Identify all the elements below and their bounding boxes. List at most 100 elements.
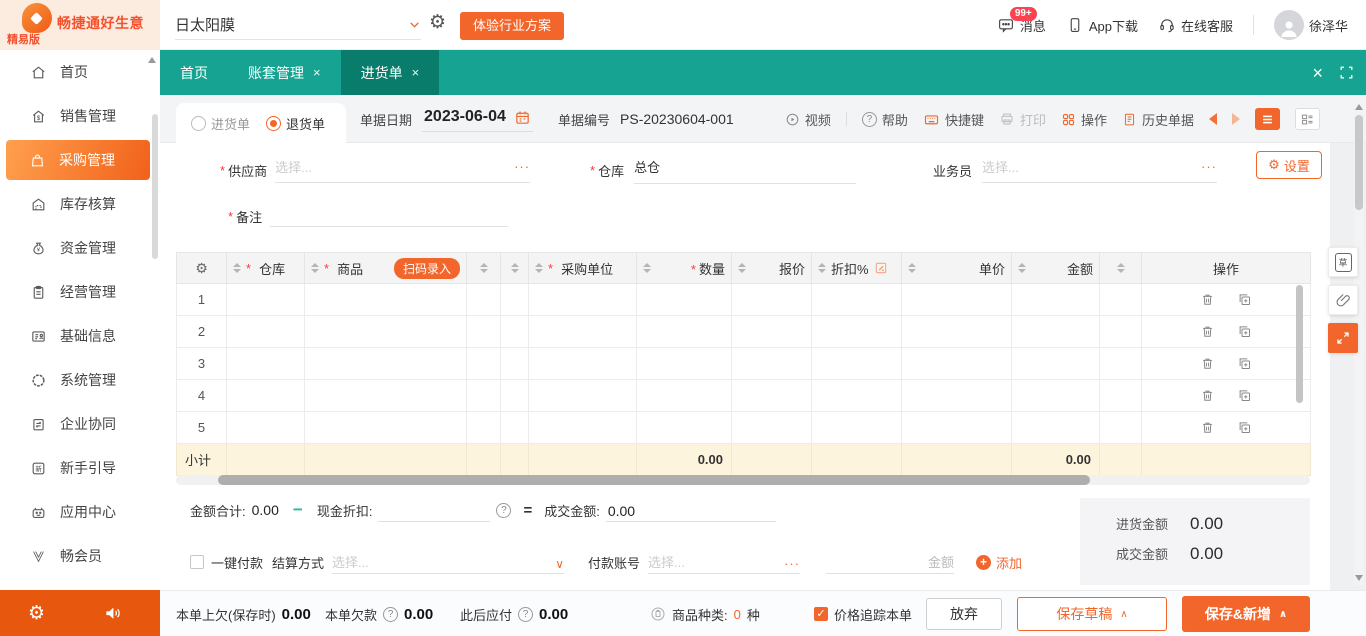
salesman-input[interactable]: 选择... ··· [982, 157, 1218, 183]
user-menu[interactable]: 徐泽华 [1273, 10, 1348, 40]
pay-account-picker-icon[interactable]: ··· [784, 556, 800, 571]
cell[interactable] [500, 315, 529, 348]
app-download-button[interactable]: App下载 [1066, 16, 1138, 35]
delete-row-icon[interactable] [1200, 356, 1215, 371]
delete-row-icon[interactable] [1200, 292, 1215, 307]
cell[interactable] [731, 283, 812, 316]
cell[interactable] [528, 315, 637, 348]
cell[interactable] [1099, 315, 1142, 348]
sort-icon[interactable] [479, 263, 488, 273]
delete-row-icon[interactable] [1200, 324, 1215, 339]
pay-account-select[interactable]: 选择... ··· [648, 550, 801, 574]
attachment-button[interactable] [1328, 285, 1358, 315]
table-vertical-scrollbar[interactable] [1296, 285, 1303, 443]
sort-icon[interactable] [908, 263, 916, 273]
doc-date-field[interactable]: 2023-06-04 [422, 106, 533, 132]
sort-icon[interactable] [1018, 263, 1026, 273]
fullscreen-icon[interactable] [1339, 65, 1354, 80]
trial-plan-button[interactable]: 体验行业方案 [460, 12, 565, 40]
sidebar-item-collab[interactable]: 企业协同 [0, 402, 160, 446]
onekey-pay-checkbox[interactable] [190, 555, 204, 569]
cell[interactable] [500, 411, 529, 444]
settings-gear-icon[interactable]: ⚙ [28, 604, 45, 623]
cell[interactable] [731, 379, 812, 412]
sidebar-item-appcenter[interactable]: 应用中心 [0, 490, 160, 534]
cell[interactable] [1099, 411, 1142, 444]
settle-method-select[interactable]: 选择... ∨ [332, 550, 565, 574]
cell[interactable] [636, 411, 732, 444]
sidebar-scrollbar[interactable] [152, 114, 158, 259]
cell[interactable] [811, 315, 902, 348]
edit-icon[interactable] [874, 261, 888, 275]
expand-button[interactable] [1328, 323, 1358, 353]
warehouse-input[interactable]: 总仓 [634, 157, 857, 184]
tab-account-mgmt[interactable]: 账套管理 × [228, 50, 341, 95]
cell[interactable] [1099, 379, 1142, 412]
speaker-icon[interactable] [103, 603, 123, 623]
cell[interactable] [636, 315, 732, 348]
cell[interactable] [304, 347, 467, 380]
remark-input[interactable] [270, 205, 509, 227]
cell[interactable] [1011, 347, 1100, 380]
cell[interactable] [811, 379, 902, 412]
cell[interactable] [466, 347, 501, 380]
table-row[interactable]: 5 [176, 411, 1311, 444]
cell[interactable] [636, 283, 732, 316]
help-icon[interactable]: ? [383, 606, 399, 622]
sort-icon[interactable] [1116, 263, 1125, 273]
tab-close-icon[interactable]: × [412, 65, 420, 80]
cell[interactable] [1011, 315, 1100, 348]
add-payment-button[interactable]: + 添加 [976, 553, 1022, 572]
sidebar-item-guide[interactable]: 新 新手引导 [0, 446, 160, 490]
sidebar-item-funds[interactable]: ¥ 资金管理 [0, 226, 160, 270]
sidebar-item-home[interactable]: 首页 [0, 50, 160, 94]
cell[interactable] [731, 411, 812, 444]
sidebar-item-member[interactable]: 畅会员 [0, 534, 160, 578]
copy-row-icon[interactable] [1237, 420, 1252, 435]
table-row[interactable]: 1 [176, 283, 1311, 316]
close-all-tabs-icon[interactable]: × [1312, 64, 1323, 82]
copy-row-icon[interactable] [1237, 356, 1252, 371]
messages-button[interactable]: 消息 99+ [997, 6, 1046, 35]
cell[interactable] [811, 411, 902, 444]
cell[interactable] [304, 379, 467, 412]
sidebar-scroll-up[interactable] [148, 57, 156, 63]
draft-button[interactable]: 草 [1328, 247, 1358, 277]
help-icon[interactable]: ? [496, 502, 512, 518]
operations-button[interactable]: 操作 [1061, 110, 1107, 129]
cell[interactable] [528, 411, 637, 444]
history-button[interactable]: 历史单据 [1122, 110, 1194, 129]
radio-purchase[interactable]: 进货单 [191, 114, 250, 133]
cell[interactable] [636, 379, 732, 412]
cell[interactable] [901, 347, 1012, 380]
print-button[interactable]: 打印 [999, 110, 1046, 129]
sort-icon[interactable] [233, 263, 241, 273]
table-horizontal-scrollbar[interactable] [176, 475, 1310, 485]
copy-row-icon[interactable] [1237, 324, 1252, 339]
cell[interactable] [226, 347, 305, 380]
cell[interactable] [528, 347, 637, 380]
cell[interactable] [731, 347, 812, 380]
sidebar-item-system[interactable]: 系统管理 [0, 358, 160, 402]
cell[interactable] [1011, 411, 1100, 444]
cell[interactable] [811, 347, 902, 380]
hotkey-button[interactable]: 快捷键 [923, 110, 984, 129]
scroll-up-arrow[interactable] [1355, 104, 1363, 110]
sidebar-item-sales[interactable]: $ 销售管理 [0, 94, 160, 138]
calendar-icon[interactable] [514, 109, 531, 126]
cell[interactable] [901, 283, 1012, 316]
cash-discount-input[interactable] [378, 498, 491, 522]
sort-icon[interactable] [311, 263, 319, 273]
settings-button[interactable]: ⚙ 设置 [1256, 151, 1322, 179]
supplier-input[interactable]: 选择... ··· [275, 157, 531, 183]
cell[interactable] [466, 411, 501, 444]
cell[interactable] [1011, 379, 1100, 412]
sidebar-item-purchase[interactable]: 采购管理 [6, 140, 150, 180]
scan-entry-button[interactable]: 扫码录入 [393, 257, 460, 279]
tab-home[interactable]: 首页 [160, 50, 228, 95]
table-row[interactable]: 2 [176, 315, 1311, 348]
sort-icon[interactable] [738, 263, 746, 273]
cell[interactable] [500, 379, 529, 412]
sort-icon[interactable] [510, 263, 519, 273]
tab-purchase-order[interactable]: 进货单 × [340, 50, 440, 95]
